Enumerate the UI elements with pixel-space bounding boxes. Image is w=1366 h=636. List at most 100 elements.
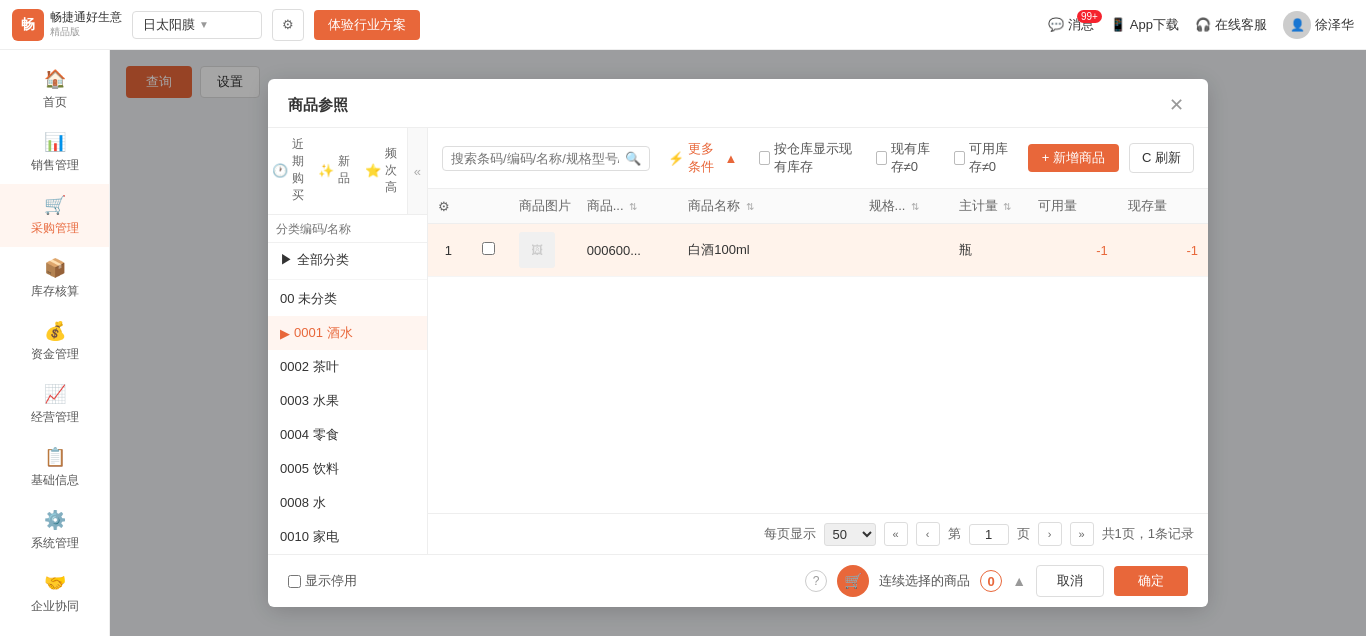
- category-item-0001[interactable]: ▶ 0001 酒水: [268, 316, 427, 350]
- sort-spec-icon: ⇅: [911, 201, 919, 212]
- prev-page-button[interactable]: ‹: [916, 522, 940, 546]
- col-settings[interactable]: ⚙: [428, 189, 469, 224]
- col-code[interactable]: 商品... ⇅: [577, 189, 678, 224]
- sidebar-label-basic: 基础信息: [31, 472, 79, 489]
- row-name: 白酒100ml: [678, 224, 858, 277]
- sidebar-item-guide[interactable]: 🎯 新手引导: [0, 625, 109, 636]
- page-size-label: 每页显示: [764, 525, 816, 543]
- category-item-00[interactable]: 00 未分类: [268, 282, 427, 316]
- cart-icon-wrap[interactable]: 🛒: [837, 565, 869, 597]
- table-row[interactable]: 1 🖼: [428, 224, 1208, 277]
- search-box: 🔍: [442, 146, 650, 171]
- tab-recent-label: 近期购买: [292, 136, 310, 204]
- sidebar-label-operation: 经营管理: [31, 409, 79, 426]
- confirm-button[interactable]: 确定: [1114, 566, 1188, 596]
- modal-overlay: 商品参照 ✕ 🕐 近期购买 ✨: [110, 50, 1366, 636]
- app-download-nav[interactable]: 📱 App下载: [1110, 16, 1179, 34]
- sidebar-label-inventory: 库存核算: [31, 283, 79, 300]
- active-arrow-icon: ▶: [280, 326, 290, 341]
- row-avail: -1: [1028, 224, 1118, 277]
- basic-icon: 📋: [44, 446, 66, 468]
- category-item-all[interactable]: ▶ 全部分类: [268, 243, 427, 277]
- sidebar-item-purchase[interactable]: 🛒 采购管理: [0, 184, 109, 247]
- star-icon: ⭐: [365, 163, 381, 178]
- first-page-button[interactable]: «: [884, 522, 908, 546]
- sidebar-item-inventory[interactable]: 📦 库存核算: [0, 247, 109, 310]
- logo-text: 畅捷通好生意: [50, 10, 122, 26]
- show-disabled-checkbox[interactable]: 显示停用: [288, 572, 357, 590]
- table-header: ⚙ 商品图片 商品... ⇅: [428, 189, 1208, 224]
- next-page-button[interactable]: ›: [1038, 522, 1062, 546]
- filter-more-label: 更多条件: [688, 140, 720, 176]
- row-num: 1: [428, 224, 469, 277]
- app-label: App下载: [1130, 16, 1179, 34]
- row-unit: 瓶: [949, 224, 1028, 277]
- operation-icon: 📈: [44, 383, 66, 405]
- cancel-button[interactable]: 取消: [1036, 565, 1104, 597]
- category-item-0005[interactable]: 0005 饮料: [268, 452, 427, 486]
- refresh-button[interactable]: C 刷新: [1129, 143, 1194, 173]
- settings-button[interactable]: ⚙: [272, 9, 304, 41]
- tab-recent[interactable]: 🕐 近期购买: [268, 128, 314, 214]
- category-tabs: 🕐 近期购买 ✨ 新品 ⭐ 频次高 «: [268, 128, 427, 215]
- checkbox-avail-not-zero[interactable]: 现有库存≠0: [876, 140, 940, 176]
- category-item-0004[interactable]: 0004 零食: [268, 418, 427, 452]
- pagination-bar: 每页显示 50 100 200 « ‹ 第 页 ›: [428, 513, 1208, 554]
- last-page-button[interactable]: »: [1070, 522, 1094, 546]
- sidebar-item-sales[interactable]: 📊 销售管理: [0, 121, 109, 184]
- online-service-nav[interactable]: 🎧 在线客服: [1195, 16, 1267, 34]
- collapse-button[interactable]: «: [407, 128, 427, 214]
- category-search-input[interactable]: [276, 222, 426, 236]
- page-size-select[interactable]: 50 100 200: [824, 523, 876, 546]
- search-icon[interactable]: 🔍: [625, 151, 641, 166]
- disabled-checkbox[interactable]: [288, 575, 301, 588]
- finance-icon: 💰: [44, 320, 66, 342]
- modal-footer: 显示停用 ? 🛒 连续选择的商品 0 ▲ 取消 确定: [268, 554, 1208, 607]
- trial-button[interactable]: 体验行业方案: [314, 10, 420, 40]
- add-product-button[interactable]: + 新增商品: [1028, 144, 1119, 172]
- main-layout: 🏠 首页 📊 销售管理 🛒 采购管理 📦 库存核算 💰 资金管理 📈 经营管理 …: [0, 50, 1366, 636]
- check-icon-3: [954, 151, 965, 165]
- product-search-input[interactable]: [451, 151, 619, 166]
- page-input[interactable]: [969, 524, 1009, 545]
- checkbox-usable-not-zero[interactable]: 可用库存≠0: [954, 140, 1018, 176]
- category-item-0008[interactable]: 0008 水: [268, 486, 427, 520]
- col-img: 商品图片: [509, 189, 577, 224]
- sidebar-label-system: 系统管理: [31, 535, 79, 552]
- sidebar-item-basic[interactable]: 📋 基础信息: [0, 436, 109, 499]
- col-unit[interactable]: 主计量 ⇅: [949, 189, 1028, 224]
- sidebar-item-system[interactable]: ⚙️ 系统管理: [0, 499, 109, 562]
- tab-new[interactable]: ✨ 新品: [314, 128, 360, 214]
- sidebar-label-sales: 销售管理: [31, 157, 79, 174]
- col-name[interactable]: 商品名称 ⇅: [678, 189, 858, 224]
- category-item-0010[interactable]: 0010 家电: [268, 520, 427, 554]
- messages-nav[interactable]: 💬 消息 99+: [1048, 16, 1094, 34]
- category-item-0002[interactable]: 0002 茶叶: [268, 350, 427, 384]
- row-checkbox[interactable]: [482, 242, 495, 255]
- help-icon[interactable]: ?: [805, 570, 827, 592]
- sidebar-label-home: 首页: [43, 94, 67, 111]
- checkbox-warehouse[interactable]: 按仓库显示现有库存: [759, 140, 861, 176]
- col-spec[interactable]: 规格... ⇅: [859, 189, 949, 224]
- category-item-0003[interactable]: 0003 水果: [268, 384, 427, 418]
- purchase-icon: 🛒: [44, 194, 66, 216]
- tab-frequent[interactable]: ⭐ 频次高: [361, 128, 407, 214]
- modal-close-button[interactable]: ✕: [1164, 93, 1188, 117]
- footer-right: ? 🛒 连续选择的商品 0 ▲ 取消 确定: [805, 565, 1188, 597]
- filter-more-button[interactable]: ⚡ 更多条件 ▲: [660, 136, 745, 180]
- count-badge: 0: [980, 570, 1002, 592]
- sidebar-item-finance[interactable]: 💰 资金管理: [0, 310, 109, 373]
- user-nav[interactable]: 👤 徐泽华: [1283, 11, 1354, 39]
- cart-icon: 🛒: [837, 565, 869, 597]
- up-arrow-icon[interactable]: ▲: [1012, 573, 1026, 589]
- sidebar-item-enterprise[interactable]: 🤝 企业协同: [0, 562, 109, 625]
- col-check: [469, 189, 510, 224]
- store-selector[interactable]: 日太阳膜 ▼: [132, 11, 262, 39]
- sales-icon: 📊: [44, 131, 66, 153]
- store-arrow-icon: ▼: [199, 19, 209, 30]
- row-check[interactable]: [469, 224, 510, 277]
- continuous-label: 连续选择的商品: [879, 572, 970, 590]
- sidebar-item-home[interactable]: 🏠 首页: [0, 58, 109, 121]
- sidebar-item-operation[interactable]: 📈 经营管理: [0, 373, 109, 436]
- row-img: 🖼: [509, 224, 577, 277]
